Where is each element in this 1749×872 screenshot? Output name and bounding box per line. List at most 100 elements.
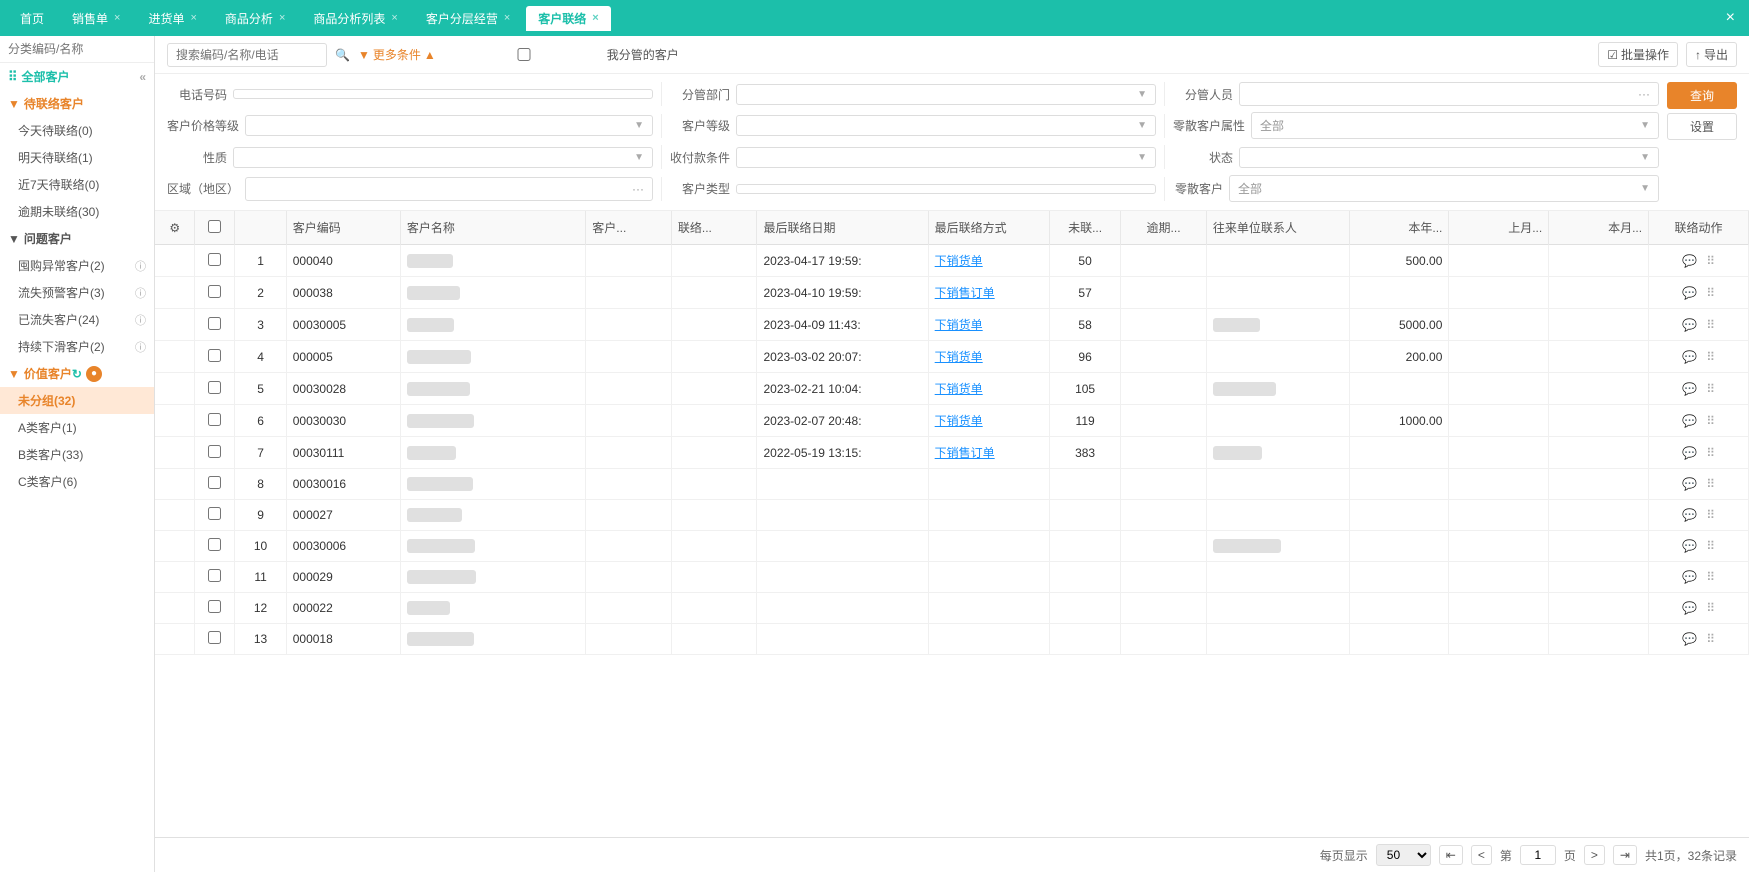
- sidebar-item-abnormal[interactable]: 囤购异常客户(2) ⓘ: [0, 252, 154, 279]
- export-button[interactable]: ↑ 导出: [1686, 42, 1737, 67]
- row-checkbox[interactable]: [208, 253, 221, 266]
- refresh-icon[interactable]: ↻: [72, 367, 82, 381]
- grid-icon[interactable]: ⠿: [1706, 508, 1715, 522]
- message-icon[interactable]: 💬: [1682, 570, 1697, 584]
- region-input[interactable]: ···: [245, 177, 653, 201]
- grid-icon[interactable]: ⠿: [1706, 350, 1715, 364]
- method-link[interactable]: 下销货单: [935, 350, 983, 364]
- grid-icon[interactable]: ⠿: [1706, 414, 1715, 428]
- col-gear[interactable]: ⚙: [155, 211, 195, 245]
- reset-button[interactable]: 设置: [1667, 113, 1737, 140]
- sidebar-item-class-c[interactable]: C类客户(6): [0, 468, 154, 495]
- retail-attr-dropdown[interactable]: 全部 ▼: [1251, 112, 1659, 139]
- sidebar-section-pending[interactable]: ▼ 待联络客户: [0, 90, 154, 117]
- grid-icon[interactable]: ⠿: [1706, 254, 1715, 268]
- row-checkbox-cell[interactable]: [195, 405, 235, 437]
- row-checkbox-cell[interactable]: [195, 500, 235, 531]
- message-icon[interactable]: 💬: [1682, 539, 1697, 553]
- row-checkbox[interactable]: [208, 349, 221, 362]
- page-number-input[interactable]: [1520, 845, 1556, 865]
- row-checkbox-cell[interactable]: [195, 341, 235, 373]
- row-checkbox[interactable]: [208, 538, 221, 551]
- row-checkbox-cell[interactable]: [195, 593, 235, 624]
- sidebar-item-declining[interactable]: 持续下滑客户(2) ⓘ: [0, 333, 154, 360]
- close-icon[interactable]: ×: [190, 12, 196, 24]
- method-link[interactable]: 下销货单: [935, 414, 983, 428]
- row-checkbox[interactable]: [208, 381, 221, 394]
- row-checkbox-cell[interactable]: [195, 531, 235, 562]
- search-input[interactable]: [167, 43, 327, 67]
- sidebar-item-class-b[interactable]: B类客户(33): [0, 441, 154, 468]
- close-all-button[interactable]: ×: [1720, 7, 1741, 29]
- phone-input[interactable]: [233, 89, 653, 99]
- row-checkbox-cell[interactable]: [195, 245, 235, 277]
- row-checkbox-cell[interactable]: [195, 624, 235, 655]
- grid-icon[interactable]: ⠿: [1706, 539, 1715, 553]
- sidebar-item-lost[interactable]: 已流失客户(24) ⓘ: [0, 306, 154, 333]
- sidebar-item-today[interactable]: 今天待联络(0): [0, 117, 154, 144]
- sidebar-search-input[interactable]: [8, 42, 155, 56]
- message-icon[interactable]: 💬: [1682, 508, 1697, 522]
- tab-home[interactable]: 首页: [8, 6, 56, 31]
- close-icon[interactable]: ×: [592, 12, 598, 24]
- method-link[interactable]: 下销货单: [935, 382, 983, 396]
- method-link[interactable]: 下销售订单: [935, 446, 995, 460]
- sidebar-item-tomorrow[interactable]: 明天待联络(1): [0, 144, 154, 171]
- grid-icon[interactable]: ⠿: [1706, 601, 1715, 615]
- close-icon[interactable]: ×: [504, 12, 510, 24]
- row-checkbox-cell[interactable]: [195, 437, 235, 469]
- row-checkbox-cell[interactable]: [195, 373, 235, 405]
- grid-icon[interactable]: ⠿: [1706, 632, 1715, 646]
- close-icon[interactable]: ×: [114, 12, 120, 24]
- row-checkbox[interactable]: [208, 600, 221, 613]
- tab-sales[interactable]: 销售单 ×: [60, 6, 132, 31]
- row-checkbox[interactable]: [208, 445, 221, 458]
- method-link[interactable]: 下销货单: [935, 318, 983, 332]
- message-icon[interactable]: 💬: [1682, 632, 1697, 646]
- search-button[interactable]: 查询: [1667, 82, 1737, 109]
- row-checkbox[interactable]: [208, 476, 221, 489]
- row-checkbox[interactable]: [208, 631, 221, 644]
- message-icon[interactable]: 💬: [1682, 446, 1697, 460]
- grid-icon[interactable]: ⠿: [1706, 570, 1715, 584]
- grid-icon[interactable]: ⠿: [1706, 446, 1715, 460]
- sidebar-item-overdue[interactable]: 逾期未联络(30): [0, 198, 154, 225]
- row-checkbox[interactable]: [208, 285, 221, 298]
- more-conditions-btn[interactable]: ▼ 更多条件 ▲: [358, 46, 436, 63]
- tab-purchase[interactable]: 进货单 ×: [136, 6, 208, 31]
- batch-ops-button[interactable]: ☑ 批量操作: [1598, 42, 1678, 67]
- select-all-checkbox[interactable]: [208, 220, 221, 233]
- payment-dropdown[interactable]: ▼: [736, 147, 1156, 168]
- customer-type-input[interactable]: [736, 184, 1156, 194]
- message-icon[interactable]: 💬: [1682, 414, 1697, 428]
- row-checkbox-cell[interactable]: [195, 562, 235, 593]
- tab-customer-contact[interactable]: 客户联络 ×: [526, 6, 610, 31]
- tab-customer-segment[interactable]: 客户分层经营 ×: [414, 6, 522, 31]
- sidebar-section-problem[interactable]: ▼ 问题客户: [0, 225, 154, 252]
- close-icon[interactable]: ×: [279, 12, 285, 24]
- my-customers-checkbox[interactable]: 我分管的客户: [444, 46, 679, 63]
- message-icon[interactable]: 💬: [1682, 350, 1697, 364]
- search-icon[interactable]: 🔍: [335, 48, 350, 62]
- row-checkbox[interactable]: [208, 413, 221, 426]
- grid-icon[interactable]: ⠿: [1706, 477, 1715, 491]
- next-page-button[interactable]: >: [1584, 845, 1605, 865]
- row-checkbox[interactable]: [208, 317, 221, 330]
- grid-icon[interactable]: ⠿: [1706, 286, 1715, 300]
- message-icon[interactable]: 💬: [1682, 254, 1697, 268]
- message-icon[interactable]: 💬: [1682, 286, 1697, 300]
- sidebar-item-class-a[interactable]: A类客户(1): [0, 414, 154, 441]
- row-checkbox-cell[interactable]: [195, 309, 235, 341]
- customer-grade-dropdown[interactable]: ▼: [736, 115, 1156, 136]
- message-icon[interactable]: 💬: [1682, 318, 1697, 332]
- status-dropdown[interactable]: ▼: [1239, 147, 1659, 168]
- method-link[interactable]: 下销货单: [935, 254, 983, 268]
- nature-dropdown[interactable]: ▼: [233, 147, 653, 168]
- method-link[interactable]: 下销售订单: [935, 286, 995, 300]
- last-page-button[interactable]: ⇥: [1613, 845, 1637, 865]
- per-page-select[interactable]: 50 100 200: [1376, 844, 1431, 866]
- price-grade-dropdown[interactable]: ▼: [245, 115, 653, 136]
- row-checkbox-cell[interactable]: [195, 469, 235, 500]
- row-checkbox[interactable]: [208, 569, 221, 582]
- sidebar-item-7days[interactable]: 近7天待联络(0): [0, 171, 154, 198]
